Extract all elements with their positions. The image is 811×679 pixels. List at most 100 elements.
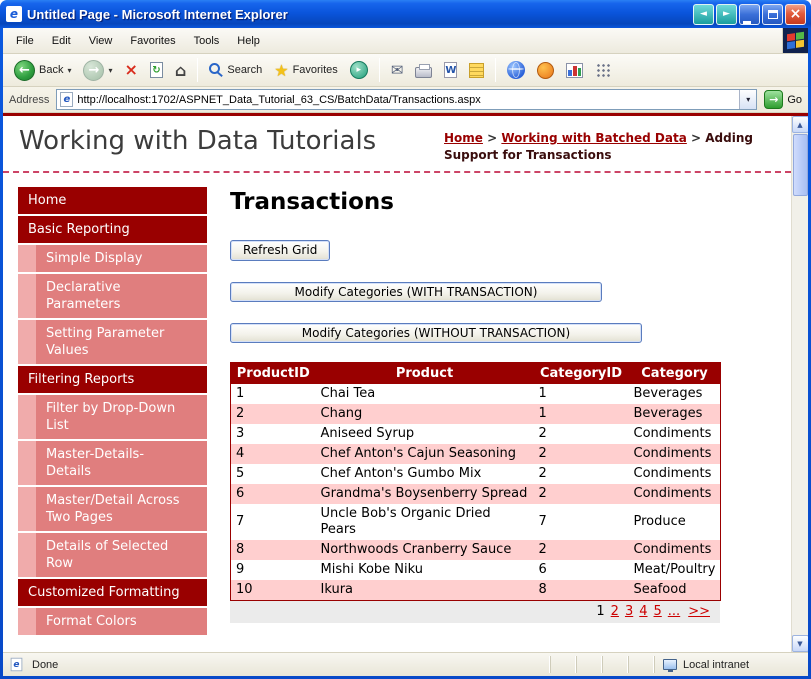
address-dropdown-button[interactable]: ▾ <box>739 90 757 109</box>
products-grid: ProductID Product CategoryID Category 1 Chai… <box>230 361 722 601</box>
pager-ellipsis[interactable]: ... <box>668 604 680 619</box>
aux-right-button[interactable]: ► <box>716 3 737 25</box>
table-cell: Condiments <box>628 483 721 504</box>
table-cell: Uncle Bob's Organic Dried Pears <box>320 505 491 537</box>
menu-item-file[interactable]: File <box>7 30 43 52</box>
scroll-down-button[interactable]: ▼ <box>791 635 808 652</box>
page-header: Working with Data Tutorials Home > Worki… <box>3 116 791 173</box>
forward-dropdown-icon[interactable]: ▾ <box>108 66 112 75</box>
page-body: Home Basic Reporting Simple Display Declara… <box>3 173 791 637</box>
pager-page-2[interactable]: 2 <box>611 604 619 619</box>
sidebar-item-setting-parameter-values[interactable]: Setting Parameter Values <box>18 319 207 364</box>
forward-icon: → <box>83 59 105 81</box>
minimize-button[interactable] <box>739 3 760 25</box>
sidebar-item-home[interactable]: Home <box>18 186 207 214</box>
sidebar-item-basic-reporting[interactable]: Basic Reporting <box>18 215 207 243</box>
modify-with-transaction-button[interactable]: Modify Categories (WITH TRANSACTION) <box>230 281 602 302</box>
home-button[interactable]: ⌂ <box>170 59 191 82</box>
table-cell: Seafood <box>628 579 721 601</box>
grid-icon <box>595 62 612 78</box>
table-row: 2 Chang 1 Beverages <box>230 403 721 424</box>
status-left: e Done <box>7 657 550 672</box>
sidebar: Home Basic Reporting Simple Display Declara… <box>18 186 207 637</box>
discuss-note-icon <box>469 62 485 78</box>
home-icon: ⌂ <box>174 60 187 80</box>
research-button[interactable] <box>561 61 588 80</box>
print-icon <box>415 63 433 78</box>
go-button[interactable]: → Go <box>764 90 802 109</box>
table-cell: 2 <box>533 443 629 464</box>
address-bar: Address e ▾ → Go <box>3 87 808 113</box>
scroll-up-button[interactable]: ▲ <box>791 116 808 133</box>
menu-item-edit[interactable]: Edit <box>43 30 80 52</box>
pager-page-3[interactable]: 3 <box>625 604 633 619</box>
modify-without-transaction-button[interactable]: Modify Categories (WITHOUT TRANSACTION) <box>230 322 642 343</box>
stop-button[interactable]: × <box>120 60 143 80</box>
breadcrumb-link-home[interactable]: Home <box>444 131 483 145</box>
menu-item-view[interactable]: View <box>80 30 122 52</box>
discuss-button[interactable] <box>464 61 489 80</box>
sidebar-item-filter-by-drop-down-list[interactable]: Filter by Drop-Down List <box>18 394 207 439</box>
back-label: Back <box>39 64 64 76</box>
pager-next[interactable]: >> <box>688 604 710 619</box>
table-cell: Chef Anton's Gumbo Mix <box>320 465 482 481</box>
breadcrumb-separator: > <box>686 131 706 145</box>
main-content: Transactions Refresh Grid Modify Categor… <box>207 187 791 623</box>
table-row: 8 Northwoods Cranberry Sauce 2 Condiments <box>230 539 721 560</box>
media-button[interactable]: ▸ <box>345 59 373 81</box>
messenger-button[interactable] <box>502 59 530 81</box>
windows-flag <box>787 31 804 50</box>
forward-button[interactable]: → ▾ <box>78 58 117 83</box>
table-cell: Condiments <box>633 465 712 481</box>
toolbar-separator <box>378 58 380 82</box>
refresh-grid-button[interactable]: Refresh Grid <box>230 239 331 261</box>
menu-item-help[interactable]: Help <box>228 30 269 52</box>
address-input[interactable] <box>77 90 740 109</box>
mail-button[interactable]: ✉ <box>386 59 409 81</box>
table-cell: Condiments <box>628 539 721 560</box>
aux-left-button[interactable]: ◄ <box>693 3 714 25</box>
scrollbar-track[interactable] <box>792 196 808 635</box>
scrollbar-thumb[interactable] <box>792 134 808 196</box>
messenger-icon <box>537 61 555 79</box>
im-button[interactable] <box>532 60 559 81</box>
sidebar-item-customized-formatting[interactable]: Customized Formatting <box>18 578 207 606</box>
table-cell: Beverages <box>633 385 703 401</box>
sidebar-item-details-of-selected-row[interactable]: Details of Selected Row <box>18 532 207 577</box>
grid-tool-button[interactable] <box>590 60 616 80</box>
window-title: Untitled Page - Microsoft Internet Explo… <box>27 6 288 22</box>
table-cell: Northwoods Cranberry Sauce <box>315 539 534 560</box>
breadcrumb-link-working-with-batched-data[interactable]: Working with Batched Data <box>501 131 686 145</box>
breadcrumb: Home > Working with Batched Data > Addin… <box>444 126 779 165</box>
table-cell: 7 <box>236 513 245 529</box>
edit-button[interactable]: W <box>439 60 462 80</box>
print-button[interactable] <box>410 61 437 80</box>
pager-page-5[interactable]: 5 <box>654 604 662 619</box>
pager-current-page: 1 <box>596 603 605 619</box>
table-cell: 3 <box>236 425 245 441</box>
vertical-scrollbar[interactable]: ▲ ▼ <box>791 116 808 652</box>
sidebar-item-master-details-details[interactable]: Master-Details-Details <box>18 440 207 485</box>
sidebar-item-format-colors[interactable]: Format Colors <box>18 607 207 635</box>
maximize-button[interactable] <box>762 3 783 25</box>
menu-item-tools[interactable]: Tools <box>185 30 229 52</box>
back-dropdown-icon[interactable]: ▾ <box>67 66 71 75</box>
table-cell: Mishi Kobe Niku <box>320 561 424 577</box>
refresh-button[interactable]: ↻ <box>145 60 168 80</box>
menu-item-favorites[interactable]: Favorites <box>121 30 184 52</box>
sidebar-item-simple-display[interactable]: Simple Display <box>18 244 207 272</box>
sidebar-item-declarative-parameters[interactable]: Declarative Parameters <box>18 273 207 318</box>
table-cell: 2 <box>230 403 316 424</box>
close-button[interactable]: × <box>785 3 806 25</box>
sidebar-item-filtering-reports[interactable]: Filtering Reports <box>18 365 207 393</box>
breadcrumb-separator: > <box>482 131 502 145</box>
favorites-button[interactable]: ★ Favorites <box>269 59 343 82</box>
favorites-label: Favorites <box>292 64 338 76</box>
sidebar-item-master-detail-across-two-pages[interactable]: Master/Detail Across Two Pages <box>18 486 207 531</box>
search-button[interactable]: Search <box>204 61 267 79</box>
pager-page-4[interactable]: 4 <box>639 604 647 619</box>
back-button[interactable]: ← Back ▾ <box>9 58 76 83</box>
toolbar: ← Back ▾ → ▾ × ↻ ⌂ Search ★ Favorites ▸ … <box>3 54 808 87</box>
table-cell: Meat/Poultry <box>633 561 716 577</box>
table-row: 5 Chef Anton's Gumbo Mix 2 Condiments <box>231 464 721 484</box>
